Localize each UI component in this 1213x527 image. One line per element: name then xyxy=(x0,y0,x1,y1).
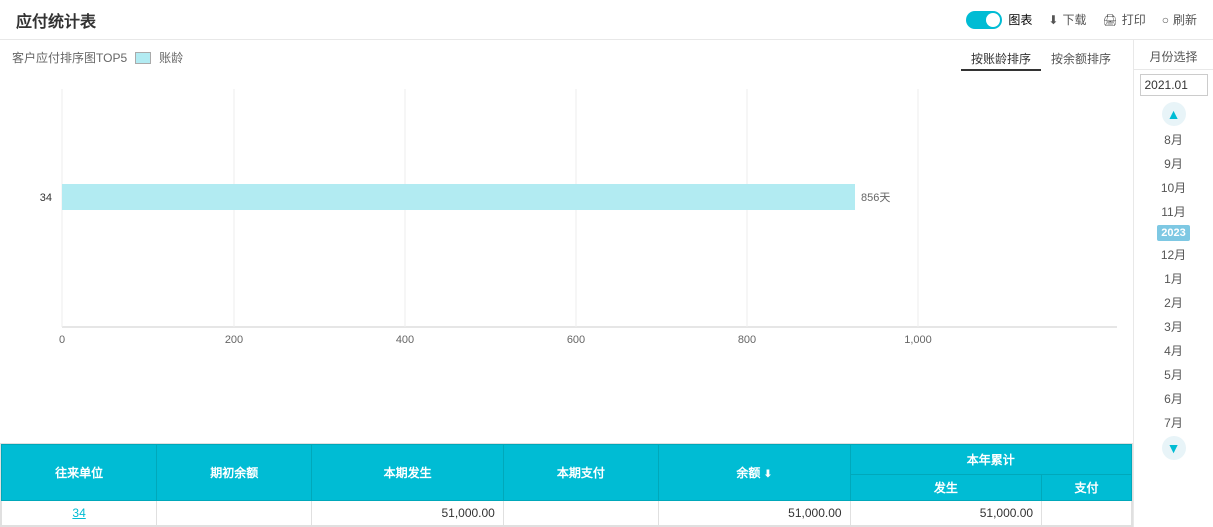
month-item[interactable]: 10月 xyxy=(1134,176,1213,199)
table-header-row: 往来单位 期初余额 本期发生 本期支付 余额 ⬇ 本年累计 xyxy=(2,445,1132,475)
col-payment: 本期支付 xyxy=(503,445,658,501)
year-marker: 2023 xyxy=(1157,225,1189,241)
col-occurrence: 本期发生 xyxy=(312,445,504,501)
nav-down-arrow[interactable]: ▼ xyxy=(1162,436,1186,460)
year-input[interactable] xyxy=(1140,74,1208,96)
month-item[interactable]: 11月 xyxy=(1134,200,1213,223)
chart-toggle[interactable] xyxy=(966,11,1002,29)
nav-up-arrow[interactable]: ▲ xyxy=(1162,102,1186,126)
svg-text:0: 0 xyxy=(59,334,65,346)
toggle-label: 图表 xyxy=(1008,11,1032,28)
chart-toggle-wrap: 图表 xyxy=(966,11,1032,29)
legend-title: 客户应付排序图TOP5 xyxy=(12,49,127,66)
cell-ytd-occurrence: 51,000.00 xyxy=(850,501,1042,526)
sidebar-title: 月份选择 xyxy=(1134,44,1213,70)
download-button[interactable]: ⬇ 下载 xyxy=(1048,11,1086,28)
cell-unit[interactable]: 34 xyxy=(2,501,157,526)
svg-text:34: 34 xyxy=(40,192,52,204)
svg-text:400: 400 xyxy=(396,334,414,346)
col-ytd-occurrence: 发生 xyxy=(850,475,1042,501)
month-item[interactable]: 5月 xyxy=(1134,363,1213,386)
month-item[interactable]: 2月 xyxy=(1134,291,1213,314)
month-list: 8月9月10月11月 2023 12月1月2月3月4月5月6月7月 xyxy=(1134,128,1213,434)
cell-opening xyxy=(157,501,312,526)
page-title: 应付统计表 xyxy=(16,8,96,32)
month-item[interactable]: 9月 xyxy=(1134,152,1213,175)
refresh-button[interactable]: ○ 刷新 xyxy=(1162,11,1197,28)
cell-payment xyxy=(503,501,658,526)
sort-buttons: 按账龄排序 按余额排序 xyxy=(961,48,1121,71)
chart-legend: 客户应付排序图TOP5 账龄 xyxy=(12,49,183,66)
table-wrap: 往来单位 期初余额 本期发生 本期支付 余额 ⬇ 本年累计 xyxy=(0,443,1133,527)
sidebar: 月份选择 ▲ 8月9月10月11月 2023 12月1月2月3月4月5月6月7月 ▼ xyxy=(1133,40,1213,527)
svg-text:856天: 856天 xyxy=(861,192,890,204)
chart-section: 客户应付排序图TOP5 账龄 按账龄排序 按余额排序 xyxy=(0,40,1133,439)
cell-balance: 51,000.00 xyxy=(659,501,851,526)
data-table: 往来单位 期初余额 本期发生 本期支付 余额 ⬇ 本年累计 xyxy=(1,444,1132,526)
header-actions: 图表 ⬇ 下载 🖨 打印 ○ 刷新 xyxy=(966,11,1197,29)
month-item[interactable]: 4月 xyxy=(1134,339,1213,362)
month-item[interactable]: 8月 xyxy=(1134,128,1213,151)
svg-text:1,000: 1,000 xyxy=(904,334,932,346)
refresh-icon: ○ xyxy=(1162,13,1169,27)
month-item[interactable]: 7月 xyxy=(1134,411,1213,434)
legend-box xyxy=(135,52,151,64)
col-balance: 余额 ⬇ xyxy=(659,445,851,501)
svg-text:200: 200 xyxy=(225,334,243,346)
chart-svg: 34 856天 0 200 400 600 800 1,000 xyxy=(16,79,1117,359)
month-item[interactable]: 3月 xyxy=(1134,315,1213,338)
month-item[interactable]: 1月 xyxy=(1134,267,1213,290)
body-area: 客户应付排序图TOP5 账龄 按账龄排序 按余额排序 xyxy=(0,40,1213,527)
header: 应付统计表 图表 ⬇ 下载 🖨 打印 ○ 刷新 xyxy=(0,0,1213,40)
sidebar-months: ▲ 8月9月10月11月 2023 12月1月2月3月4月5月6月7月 ▼ xyxy=(1134,100,1213,462)
legend-box-label: 账龄 xyxy=(159,49,183,66)
cell-occurrence: 51,000.00 xyxy=(312,501,504,526)
chart-canvas: 34 856天 0 200 400 600 800 1,000 xyxy=(16,79,1117,359)
col-ytd: 本年累计 xyxy=(850,445,1131,475)
month-item[interactable]: 12月 xyxy=(1134,243,1213,266)
sort-by-amount-button[interactable]: 按账龄排序 xyxy=(961,48,1041,71)
table-row: 34 51,000.00 51,000.00 51,000.00 xyxy=(2,501,1132,526)
col-opening: 期初余额 xyxy=(157,445,312,501)
cell-ytd-payment xyxy=(1042,501,1132,526)
col-ytd-payment: 支付 xyxy=(1042,475,1132,501)
sort-by-balance-button[interactable]: 按余额排序 xyxy=(1041,48,1121,71)
print-button[interactable]: 🖨 打印 xyxy=(1102,11,1145,28)
svg-text:600: 600 xyxy=(567,334,585,346)
table-body: 34 51,000.00 51,000.00 51,000.00 xyxy=(2,501,1132,526)
table-section: 往来单位 期初余额 本期发生 本期支付 余额 ⬇ 本年累计 xyxy=(0,443,1133,527)
print-icon: 🖨 xyxy=(1102,13,1117,27)
col-unit: 往来单位 xyxy=(2,445,157,501)
svg-text:800: 800 xyxy=(738,334,756,346)
month-item[interactable]: 6月 xyxy=(1134,387,1213,410)
download-icon: ⬇ xyxy=(1048,13,1058,27)
